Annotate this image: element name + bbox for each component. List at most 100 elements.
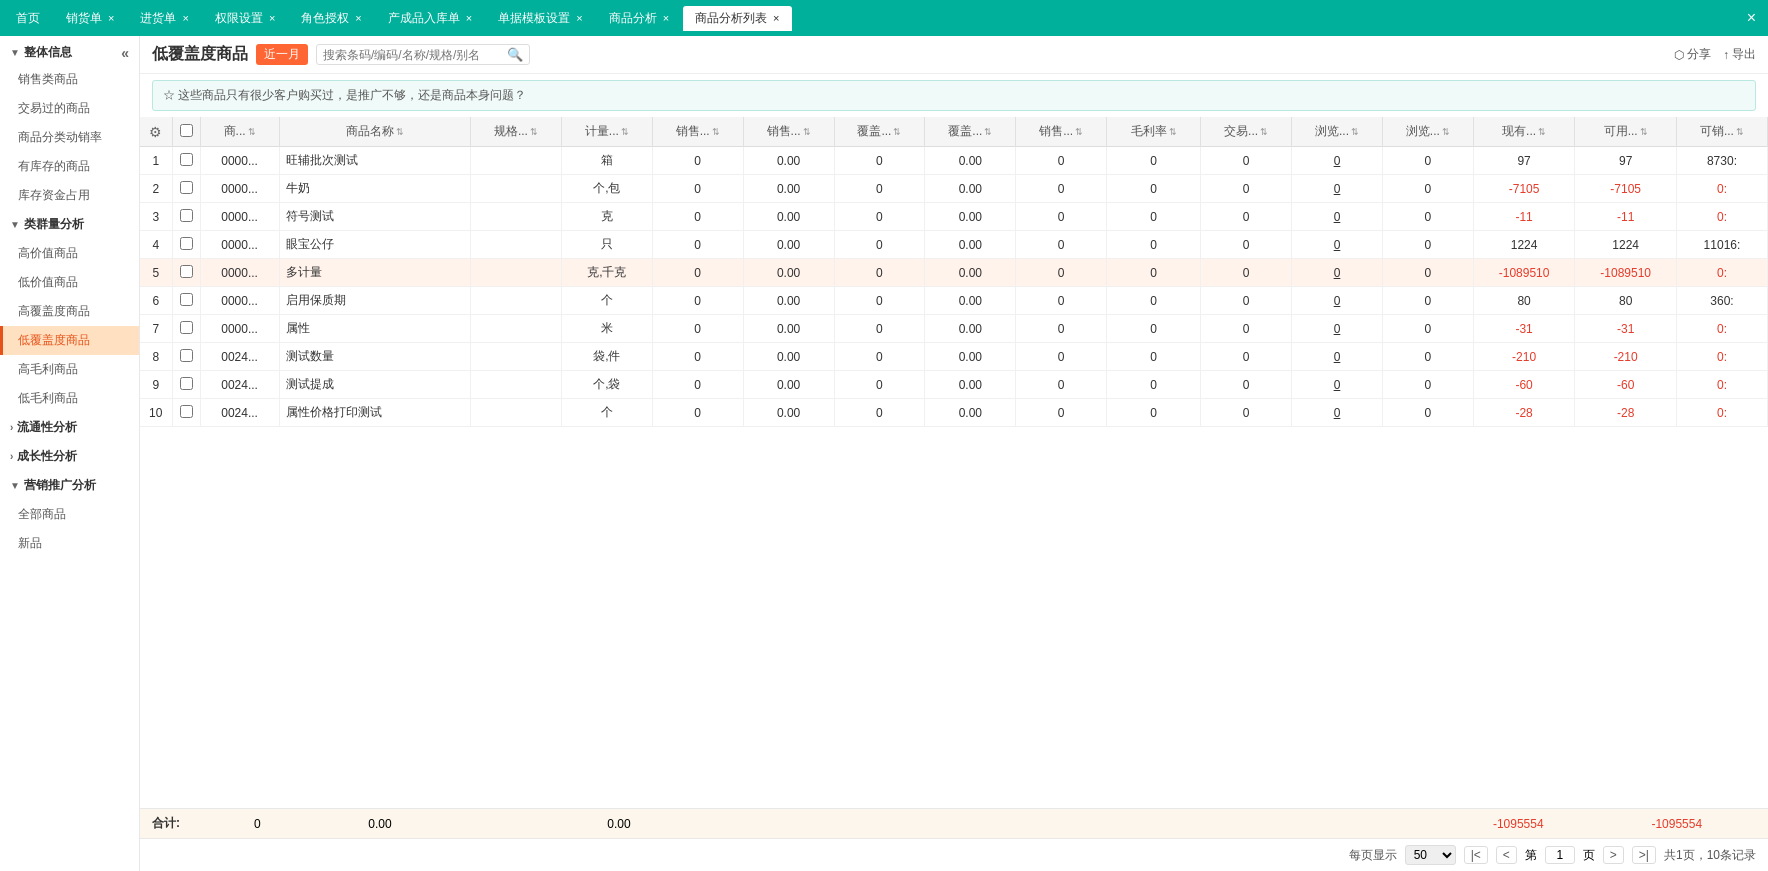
row-cov1: 0 bbox=[834, 399, 925, 427]
row-checkbox[interactable] bbox=[172, 203, 200, 231]
nav-purchase-close[interactable]: × bbox=[182, 12, 188, 24]
row-gross: 0 bbox=[1107, 175, 1201, 203]
col-trade[interactable]: 交易...⇅ bbox=[1201, 117, 1292, 147]
nav-permission[interactable]: 权限设置 × bbox=[203, 6, 287, 31]
nav-sales-close[interactable]: × bbox=[108, 12, 114, 24]
col-gross[interactable]: 毛利率⇅ bbox=[1107, 117, 1201, 147]
col-check[interactable] bbox=[172, 117, 200, 147]
nav-sales[interactable]: 销货单 × bbox=[54, 6, 126, 31]
gear-icon[interactable]: ⚙ bbox=[149, 124, 162, 140]
col-view1[interactable]: 浏览...⇅ bbox=[1292, 117, 1383, 147]
nav-product-analysis-list-close[interactable]: × bbox=[773, 12, 779, 24]
page-last-btn[interactable]: >| bbox=[1632, 846, 1656, 864]
sidebar-item-low-profit[interactable]: 低毛利商品 bbox=[0, 384, 139, 413]
row-view1[interactable]: 0 bbox=[1292, 287, 1383, 315]
sidebar-section-overall[interactable]: ▼ 整体信息 « bbox=[0, 36, 139, 65]
col-name[interactable]: 商品名称⇅ bbox=[279, 117, 470, 147]
nav-purchase[interactable]: 进货单 × bbox=[128, 6, 200, 31]
row-view1[interactable]: 0 bbox=[1292, 399, 1383, 427]
row-checkbox[interactable] bbox=[172, 371, 200, 399]
sidebar-item-high-profit[interactable]: 高毛利商品 bbox=[0, 355, 139, 384]
row-checkbox[interactable] bbox=[172, 175, 200, 203]
search-icon[interactable]: 🔍 bbox=[507, 47, 523, 62]
nav-home[interactable]: 首页 bbox=[4, 6, 52, 31]
search-input[interactable] bbox=[323, 48, 503, 62]
col-sales-qty[interactable]: 销售...⇅ bbox=[652, 117, 743, 147]
row-view1[interactable]: 0 bbox=[1292, 343, 1383, 371]
sidebar-section-flow[interactable]: › 流通性分析 bbox=[0, 413, 139, 442]
sidebar-item-high-coverage[interactable]: 高覆盖度商品 bbox=[0, 297, 139, 326]
sidebar-item-low-coverage[interactable]: 低覆盖度商品 bbox=[0, 326, 139, 355]
col-current[interactable]: 现有...⇅ bbox=[1473, 117, 1575, 147]
row-saleable: 0: bbox=[1676, 315, 1767, 343]
row-view1[interactable]: 0 bbox=[1292, 203, 1383, 231]
row-gross: 0 bbox=[1107, 343, 1201, 371]
nav-template-close[interactable]: × bbox=[576, 12, 582, 24]
row-spec bbox=[471, 399, 562, 427]
nav-role[interactable]: 角色授权 × bbox=[289, 6, 373, 31]
row-sales-amt: 0.00 bbox=[743, 175, 834, 203]
total-current: -1095554 bbox=[1493, 817, 1544, 831]
page-size-select[interactable]: 50 100 200 bbox=[1405, 845, 1456, 865]
export-button[interactable]: ↑ 导出 bbox=[1723, 46, 1756, 63]
sidebar-item-stock-goods[interactable]: 有库存的商品 bbox=[0, 152, 139, 181]
sidebar-section-grow[interactable]: › 成长性分析 bbox=[0, 442, 139, 471]
col-avail[interactable]: 可用...⇅ bbox=[1575, 117, 1677, 147]
nav-permission-close[interactable]: × bbox=[269, 12, 275, 24]
col-cov1[interactable]: 覆盖...⇅ bbox=[834, 117, 925, 147]
nav-product-in-close[interactable]: × bbox=[466, 12, 472, 24]
share-button[interactable]: ⬡ 分享 bbox=[1674, 46, 1711, 63]
row-view1[interactable]: 0 bbox=[1292, 231, 1383, 259]
page-input[interactable]: 1 bbox=[1545, 846, 1575, 864]
col-sales3[interactable]: 销售...⇅ bbox=[1016, 117, 1107, 147]
col-code[interactable]: 商...⇅ bbox=[200, 117, 279, 147]
sidebar-section-market[interactable]: ▼ 营销推广分析 bbox=[0, 471, 139, 500]
col-sales-amt[interactable]: 销售...⇅ bbox=[743, 117, 834, 147]
sidebar-item-traded-goods[interactable]: 交易过的商品 bbox=[0, 94, 139, 123]
row-checkbox[interactable] bbox=[172, 147, 200, 175]
sidebar-item-low-value[interactable]: 低价值商品 bbox=[0, 268, 139, 297]
nav-close-all[interactable]: × bbox=[1739, 5, 1764, 31]
col-gear[interactable]: ⚙ bbox=[140, 117, 172, 147]
select-all-checkbox[interactable] bbox=[180, 124, 193, 137]
row-sales-amt: 0.00 bbox=[743, 343, 834, 371]
nav-role-close[interactable]: × bbox=[355, 12, 361, 24]
row-view1[interactable]: 0 bbox=[1292, 371, 1383, 399]
sidebar-item-high-value[interactable]: 高价值商品 bbox=[0, 239, 139, 268]
sidebar-collapse-btn[interactable]: « bbox=[121, 45, 129, 61]
row-checkbox[interactable] bbox=[172, 287, 200, 315]
sidebar-item-category-rate[interactable]: 商品分类动销率 bbox=[0, 123, 139, 152]
sidebar-item-new-goods[interactable]: 新品 bbox=[0, 529, 139, 558]
pagination: 每页显示 50 100 200 |< < 第 1 页 > >| 共1页，10条记… bbox=[140, 838, 1768, 871]
sidebar-item-sales-goods[interactable]: 销售类商品 bbox=[0, 65, 139, 94]
row-view1[interactable]: 0 bbox=[1292, 315, 1383, 343]
nav-product-in[interactable]: 产成品入库单 × bbox=[376, 6, 484, 31]
row-checkbox[interactable] bbox=[172, 231, 200, 259]
row-view1[interactable]: 0 bbox=[1292, 147, 1383, 175]
nav-product-analysis-list[interactable]: 商品分析列表 × bbox=[683, 6, 791, 31]
nav-product-analysis-close[interactable]: × bbox=[663, 12, 669, 24]
table-container[interactable]: ⚙ 商...⇅ 商品名称⇅ 规格...⇅ 计量...⇅ 销售...⇅ 销售...… bbox=[140, 117, 1768, 808]
col-saleable[interactable]: 可销...⇅ bbox=[1676, 117, 1767, 147]
sidebar-item-all-goods[interactable]: 全部商品 bbox=[0, 500, 139, 529]
row-view1[interactable]: 0 bbox=[1292, 259, 1383, 287]
row-current: -1089510 bbox=[1473, 259, 1575, 287]
period-button[interactable]: 近一月 bbox=[256, 44, 308, 65]
nav-template[interactable]: 单据模板设置 × bbox=[486, 6, 594, 31]
page-prev-btn[interactable]: < bbox=[1496, 846, 1517, 864]
col-unit[interactable]: 计量...⇅ bbox=[561, 117, 652, 147]
row-checkbox[interactable] bbox=[172, 315, 200, 343]
row-checkbox[interactable] bbox=[172, 399, 200, 427]
row-checkbox[interactable] bbox=[172, 259, 200, 287]
sidebar-section-sku[interactable]: ▼ 类群量分析 bbox=[0, 210, 139, 239]
col-spec[interactable]: 规格...⇅ bbox=[471, 117, 562, 147]
page-next-btn[interactable]: > bbox=[1603, 846, 1624, 864]
col-view2[interactable]: 浏览...⇅ bbox=[1382, 117, 1473, 147]
page-first-btn[interactable]: |< bbox=[1464, 846, 1488, 864]
row-view1[interactable]: 0 bbox=[1292, 175, 1383, 203]
row-checkbox[interactable] bbox=[172, 343, 200, 371]
total-label: 合计: bbox=[152, 815, 180, 832]
nav-product-analysis[interactable]: 商品分析 × bbox=[597, 6, 681, 31]
sidebar-item-capital[interactable]: 库存资金占用 bbox=[0, 181, 139, 210]
col-cov2[interactable]: 覆盖...⇅ bbox=[925, 117, 1016, 147]
